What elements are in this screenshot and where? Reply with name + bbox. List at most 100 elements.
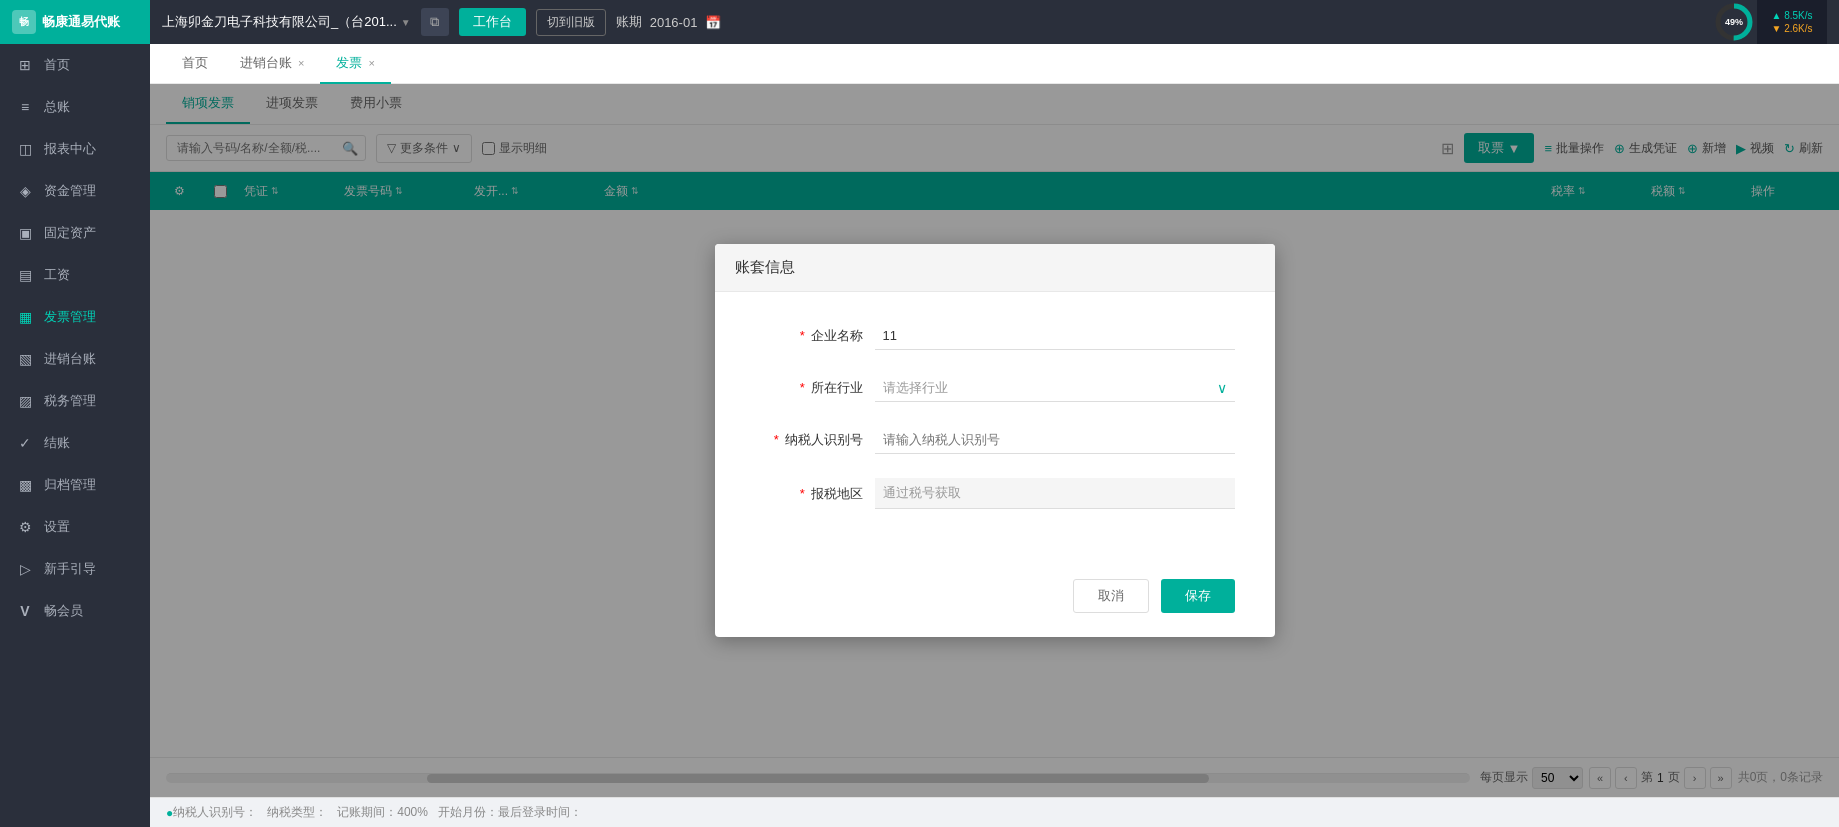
- app-name: 畅康通易代账: [42, 13, 120, 31]
- purchase-sales-icon: ▧: [16, 350, 34, 368]
- period-label: 账期: [616, 13, 642, 31]
- period-value: 2016-01: [650, 15, 698, 30]
- salary-icon: ▤: [16, 266, 34, 284]
- dialog-title: 账套信息: [715, 244, 1275, 292]
- form-row-company: * 企业名称: [755, 322, 1235, 350]
- sidebar-item-home[interactable]: ⊞ 首页: [0, 44, 150, 86]
- assets-icon: ▣: [16, 224, 34, 242]
- tab-purchase-sales-close[interactable]: ×: [298, 57, 304, 69]
- sidebar-item-assets[interactable]: ▣ 固定资产: [0, 212, 150, 254]
- dialog-body: * 企业名称 * 所在行业 请选择行业: [715, 292, 1275, 563]
- sidebar-item-label: 归档管理: [44, 476, 96, 494]
- tab-home-label: 首页: [182, 54, 208, 72]
- home-icon: ⊞: [16, 56, 34, 74]
- copy-icon: ⧉: [430, 14, 439, 30]
- archive-icon: ▩: [16, 476, 34, 494]
- main-area: 上海卯金刀电子科技有限公司_（台201... ▼ ⧉ 工作台 切到旧版 账期 2…: [150, 0, 1839, 827]
- topbar: 上海卯金刀电子科技有限公司_（台201... ▼ ⧉ 工作台 切到旧版 账期 2…: [150, 0, 1839, 44]
- percent-value: 49%: [1725, 17, 1743, 27]
- sidebar-item-member[interactable]: V 畅会员: [0, 590, 150, 632]
- main-tabbar: 首页 进销台账 × 发票 ×: [150, 44, 1839, 84]
- status-message: 纳税人识别号： 纳税类型： 记账期间：400% 开始月份：最后登录时间：: [173, 804, 582, 821]
- sidebar-item-purchase-sales[interactable]: ▧ 进销台账: [0, 338, 150, 380]
- sidebar-item-label: 税务管理: [44, 392, 96, 410]
- company-name-input[interactable]: [875, 322, 1235, 350]
- network-upload: ▲ 8.5K/s: [1771, 10, 1812, 21]
- sidebar-item-label: 畅会员: [44, 602, 83, 620]
- account-info-dialog: 账套信息 * 企业名称 * 所在行业: [715, 244, 1275, 637]
- sidebar-item-label: 资金管理: [44, 182, 96, 200]
- tax-icon: ▨: [16, 392, 34, 410]
- sidebar-item-reports[interactable]: ◫ 报表中心: [0, 128, 150, 170]
- status-bar: ● 纳税人识别号： 纳税类型： 记账期间：400% 开始月份：最后登录时间：: [150, 797, 1839, 827]
- form-row-industry: * 所在行业 请选择行业 ∨: [755, 374, 1235, 402]
- industry-select-wrapper: 请选择行业 ∨: [875, 374, 1235, 402]
- tab-invoice-label: 发票: [336, 54, 362, 72]
- sidebar-item-label: 结账: [44, 434, 70, 452]
- form-row-tax-id: * 纳税人识别号: [755, 426, 1235, 454]
- sidebar-item-closing[interactable]: ✓ 结账: [0, 422, 150, 464]
- invoice-mgmt-icon: ▦: [16, 308, 34, 326]
- tab-home[interactable]: 首页: [166, 44, 224, 84]
- guide-icon: ▷: [16, 560, 34, 578]
- company-name-label: * 企业名称: [755, 327, 875, 345]
- workbench-button[interactable]: 工作台: [459, 8, 526, 36]
- sidebar-item-label: 报表中心: [44, 140, 96, 158]
- funds-icon: ◈: [16, 182, 34, 200]
- calendar-icon[interactable]: 📅: [705, 15, 721, 30]
- sidebar-item-guide[interactable]: ▷ 新手引导: [0, 548, 150, 590]
- tax-region-display: 通过税号获取: [875, 478, 1235, 509]
- tab-purchase-sales[interactable]: 进销台账 ×: [224, 44, 320, 84]
- required-star: *: [800, 486, 805, 501]
- cancel-button[interactable]: 取消: [1073, 579, 1149, 613]
- content-area: 销项发票 进项发票 费用小票 🔍 ▽ 更多条件 ∨ 显示明细: [150, 84, 1839, 797]
- form-row-tax-region: * 报税地区 通过税号获取: [755, 478, 1235, 509]
- sidebar: 畅 畅康通易代账 ⊞ 首页 ≡ 总账 ◫ 报表中心 ◈ 资金管理 ▣ 固定资产 …: [0, 0, 150, 827]
- app-logo: 畅 畅康通易代账: [0, 0, 150, 44]
- sidebar-item-label: 工资: [44, 266, 70, 284]
- dialog-footer: 取消 保存: [715, 563, 1275, 637]
- reports-icon: ◫: [16, 140, 34, 158]
- tab-invoice[interactable]: 发票 ×: [320, 44, 390, 84]
- save-button[interactable]: 保存: [1161, 579, 1235, 613]
- tab-invoice-close[interactable]: ×: [368, 57, 374, 69]
- sidebar-item-label: 发票管理: [44, 308, 96, 326]
- closing-icon: ✓: [16, 434, 34, 452]
- sidebar-item-label: 首页: [44, 56, 70, 74]
- percent-display: 49%: [1715, 3, 1753, 41]
- sidebar-item-ledger[interactable]: ≡ 总账: [0, 86, 150, 128]
- tax-id-input[interactable]: [875, 426, 1235, 454]
- sidebar-item-label: 总账: [44, 98, 70, 116]
- switch-old-button[interactable]: 切到旧版: [536, 9, 606, 36]
- company-name: 上海卯金刀电子科技有限公司_（台201...: [162, 13, 397, 31]
- dialog-overlay: 账套信息 * 企业名称 * 所在行业: [150, 84, 1839, 797]
- topbar-right: 49% ▲ 8.5K/s ▼ 2.6K/s: [1715, 0, 1827, 44]
- sidebar-item-archive[interactable]: ▩ 归档管理: [0, 464, 150, 506]
- ledger-icon: ≡: [16, 98, 34, 116]
- required-star: *: [800, 328, 805, 343]
- settings-icon: ⚙: [16, 518, 34, 536]
- sidebar-item-invoice-mgmt[interactable]: ▦ 发票管理: [0, 296, 150, 338]
- required-star: *: [774, 432, 779, 447]
- sidebar-item-label: 进销台账: [44, 350, 96, 368]
- required-star: *: [800, 380, 805, 395]
- industry-label: * 所在行业: [755, 379, 875, 397]
- network-download: ▼ 2.6K/s: [1771, 23, 1812, 34]
- status-text: ●: [166, 806, 173, 820]
- sidebar-item-label: 固定资产: [44, 224, 96, 242]
- tab-purchase-sales-label: 进销台账: [240, 54, 292, 72]
- logo-icon: 畅: [12, 10, 36, 34]
- industry-select[interactable]: 请选择行业: [875, 374, 1235, 402]
- network-stats: 49% ▲ 8.5K/s ▼ 2.6K/s: [1715, 0, 1827, 44]
- network-badge: ▲ 8.5K/s ▼ 2.6K/s: [1757, 0, 1827, 44]
- sidebar-item-label: 新手引导: [44, 560, 96, 578]
- company-dropdown-arrow: ▼: [401, 17, 411, 28]
- sidebar-item-salary[interactable]: ▤ 工资: [0, 254, 150, 296]
- sidebar-item-settings[interactable]: ⚙ 设置: [0, 506, 150, 548]
- sidebar-item-tax[interactable]: ▨ 税务管理: [0, 380, 150, 422]
- member-icon: V: [16, 602, 34, 620]
- sidebar-item-label: 设置: [44, 518, 70, 536]
- sidebar-item-funds[interactable]: ◈ 资金管理: [0, 170, 150, 212]
- company-selector[interactable]: 上海卯金刀电子科技有限公司_（台201... ▼: [162, 13, 411, 31]
- copy-icon-btn[interactable]: ⧉: [421, 8, 449, 36]
